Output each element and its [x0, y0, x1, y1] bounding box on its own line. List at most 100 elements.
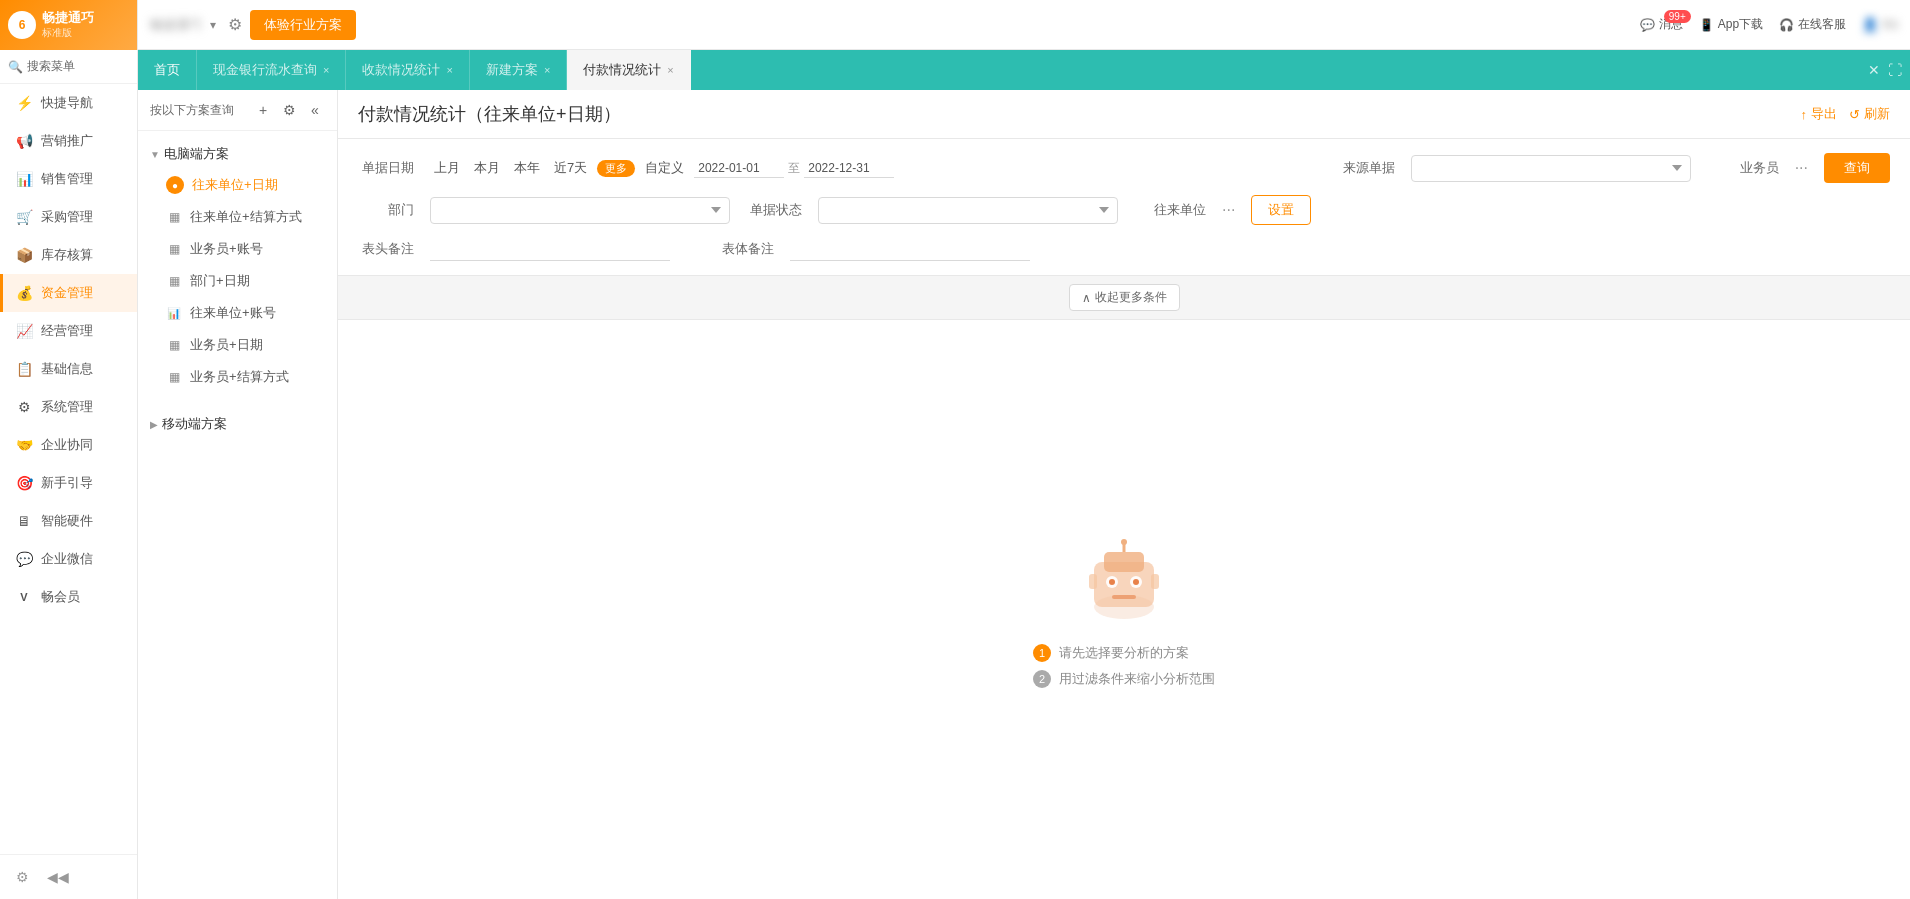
pc-section-label: 电脑端方案 — [164, 145, 229, 163]
dept-select[interactable] — [430, 197, 730, 224]
sidebar-item-zijin[interactable]: 💰 资金管理 — [0, 274, 137, 312]
scheme-item-dept-date-icon: ▦ — [166, 273, 182, 289]
header-note-input[interactable] — [430, 237, 670, 261]
tab-payments-close[interactable]: × — [667, 64, 673, 76]
date-preset-more[interactable]: 更多 — [597, 160, 635, 177]
collapse-more-btn[interactable]: ∧ 收起更多条件 — [1069, 284, 1180, 311]
export-btn[interactable]: ↑ 导出 — [1801, 105, 1838, 123]
counterpart-more-btn[interactable]: ··· — [1222, 201, 1235, 219]
user-avatar: 👤 — [1862, 17, 1878, 32]
add-scheme-btn[interactable]: + — [253, 100, 273, 120]
sidebar-item-label: 销售管理 — [41, 170, 93, 188]
sidebar-item-caigou[interactable]: 🛒 采购管理 — [0, 198, 137, 236]
kucun-icon: 📦 — [15, 246, 33, 264]
sidebar-item-label: 新手引导 — [41, 474, 93, 492]
active-scheme-dot: ● — [166, 176, 184, 194]
empty-illustration — [1074, 532, 1174, 632]
filter-row-1: 单据日期 上月 本月 本年 近7天 更多 自定义 至 — [358, 153, 1890, 183]
scheme-section-pc: ▼ 电脑端方案 ● 往来单位+日期 ▦ 往来单位+结算方式 ▦ 业务员+账号 ▦ — [138, 131, 337, 401]
sidebar-item-kuaijie[interactable]: ⚡ 快捷导航 — [0, 84, 137, 122]
online-service-btn[interactable]: 🎧 在线客服 — [1779, 16, 1846, 33]
trial-btn[interactable]: 体验行业方案 — [250, 10, 356, 40]
search-menu[interactable]: 🔍 搜索菜单 — [0, 50, 137, 84]
app-download-btn[interactable]: 📱 App下载 — [1699, 16, 1763, 33]
tab-receipts[interactable]: 收款情况统计 × — [346, 50, 469, 90]
tab-new-scheme-close[interactable]: × — [544, 64, 550, 76]
doc-status-filter-label: 单据状态 — [746, 201, 802, 219]
doc-status-select[interactable] — [818, 197, 1118, 224]
scheme-item-unit-account-label: 往来单位+账号 — [190, 304, 276, 322]
date-preset-last-month[interactable]: 上月 — [430, 157, 464, 179]
sidebar-item-qiye[interactable]: 🤝 企业协同 — [0, 426, 137, 464]
date-preset-this-month[interactable]: 本月 — [470, 157, 504, 179]
tab-home[interactable]: 首页 — [138, 50, 197, 90]
svg-point-6 — [1133, 579, 1139, 585]
tabs-bar: 首页 现金银行流水查询 × 收款情况统计 × 新建方案 × 付款情况统计 × ✕… — [138, 50, 1910, 90]
topbar-dropdown-btn[interactable]: ▾ — [210, 18, 216, 32]
collapse-icon: ∧ — [1082, 291, 1091, 305]
date-start-input[interactable] — [694, 159, 784, 178]
refresh-btn[interactable]: ↺ 刷新 — [1849, 105, 1890, 123]
scheme-item-unit-account[interactable]: 📊 往来单位+账号 — [138, 297, 337, 329]
topbar: 畅捷通巧 ▾ ⚙ 体验行业方案 💬 消息 99+ 📱 App下载 🎧 在线客服 … — [138, 0, 1910, 50]
content-area: 按以下方案查询 + ⚙ « ▼ 电脑端方案 ● 往来单位+日期 ▦ — [138, 90, 1910, 899]
body-note-input[interactable] — [790, 237, 1030, 261]
date-preset-custom[interactable]: 自定义 — [641, 157, 688, 179]
sidebar-item-xiaoshou[interactable]: 📊 销售管理 — [0, 160, 137, 198]
collapse-scheme-btn[interactable]: « — [305, 100, 325, 120]
scheme-item-unit-settle[interactable]: ▦ 往来单位+结算方式 — [138, 201, 337, 233]
scheme-panel-actions: + ⚙ « — [253, 100, 325, 120]
tab-receipts-close[interactable]: × — [446, 64, 452, 76]
caigou-icon: 🛒 — [15, 208, 33, 226]
expand-tab-btn[interactable]: ⛶ — [1888, 62, 1902, 78]
date-end-input[interactable] — [804, 159, 894, 178]
sidebar-subtitle: 标准版 — [42, 26, 94, 40]
scheme-item-dept-date[interactable]: ▦ 部门+日期 — [138, 265, 337, 297]
page-header-actions: ↑ 导出 ↺ 刷新 — [1801, 105, 1891, 123]
sidebar-item-huiyuan[interactable]: V 畅会员 — [0, 578, 137, 616]
collapse-sidebar-btn[interactable]: ◀◀ — [44, 863, 72, 891]
settings-footer-btn[interactable]: ⚙ — [8, 863, 36, 891]
filter-row-3: 表头备注 表体备注 — [358, 237, 1890, 261]
sidebar-item-xitong[interactable]: ⚙ 系统管理 — [0, 388, 137, 426]
scheme-panel-header: 按以下方案查询 + ⚙ « — [138, 90, 337, 131]
sidebar-item-jingying[interactable]: 📈 经营管理 — [0, 312, 137, 350]
tab-bank-close[interactable]: × — [323, 64, 329, 76]
scheme-item-staff-account[interactable]: ▦ 业务员+账号 — [138, 233, 337, 265]
weixin-icon: 💬 — [15, 550, 33, 568]
empty-tips: 1 请先选择要分析的方案 2 用过滤条件来缩小分析范围 — [1033, 644, 1215, 688]
sidebar-item-xinshou[interactable]: 🎯 新手引导 — [0, 464, 137, 502]
source-select[interactable] — [1411, 155, 1691, 182]
app-icon: 📱 — [1699, 18, 1714, 32]
user-info: 👤 Rit — [1862, 17, 1898, 32]
settings-btn[interactable]: 设置 — [1251, 195, 1311, 225]
main-area: 畅捷通巧 ▾ ⚙ 体验行业方案 💬 消息 99+ 📱 App下载 🎧 在线客服 … — [138, 0, 1910, 899]
scheme-settings-btn[interactable]: ⚙ — [279, 100, 299, 120]
sidebar-item-kucun[interactable]: 📦 库存核算 — [0, 236, 137, 274]
xiaoshou-icon: 📊 — [15, 170, 33, 188]
messages-btn[interactable]: 💬 消息 99+ — [1640, 16, 1683, 33]
topbar-settings-btn[interactable]: ⚙ — [228, 15, 242, 34]
close-tab-btn[interactable]: ✕ — [1868, 62, 1880, 78]
xitong-icon: ⚙ — [15, 398, 33, 416]
salesperson-more-btn[interactable]: ··· — [1795, 159, 1808, 177]
sidebar-item-zhinen[interactable]: 🖥 智能硬件 — [0, 502, 137, 540]
tab-payments[interactable]: 付款情况统计 × — [567, 50, 690, 90]
scheme-section-pc-header[interactable]: ▼ 电脑端方案 — [138, 139, 337, 169]
scheme-item-staff-date[interactable]: ▦ 业务员+日期 — [138, 329, 337, 361]
sidebar-item-label: 智能硬件 — [41, 512, 93, 530]
sidebar-item-yingxiao[interactable]: 📢 营销推广 — [0, 122, 137, 160]
sidebar-title: 畅捷通巧 — [42, 10, 94, 26]
svg-rect-7 — [1112, 595, 1136, 599]
sidebar-item-weixin[interactable]: 💬 企业微信 — [0, 540, 137, 578]
date-preset-last7[interactable]: 近7天 — [550, 157, 591, 179]
tab-new-scheme[interactable]: 新建方案 × — [470, 50, 567, 90]
scheme-item-unit-date[interactable]: ● 往来单位+日期 — [138, 169, 337, 201]
scheme-item-staff-settle[interactable]: ▦ 业务员+结算方式 — [138, 361, 337, 393]
tab-bank[interactable]: 现金银行流水查询 × — [197, 50, 346, 90]
scheme-section-mobile-header[interactable]: ▶ 移动端方案 — [138, 409, 337, 439]
sidebar-item-jichu[interactable]: 📋 基础信息 — [0, 350, 137, 388]
date-preset-this-year[interactable]: 本年 — [510, 157, 544, 179]
query-btn[interactable]: 查询 — [1824, 153, 1890, 183]
topbar-brand: 畅捷通巧 — [150, 16, 202, 34]
